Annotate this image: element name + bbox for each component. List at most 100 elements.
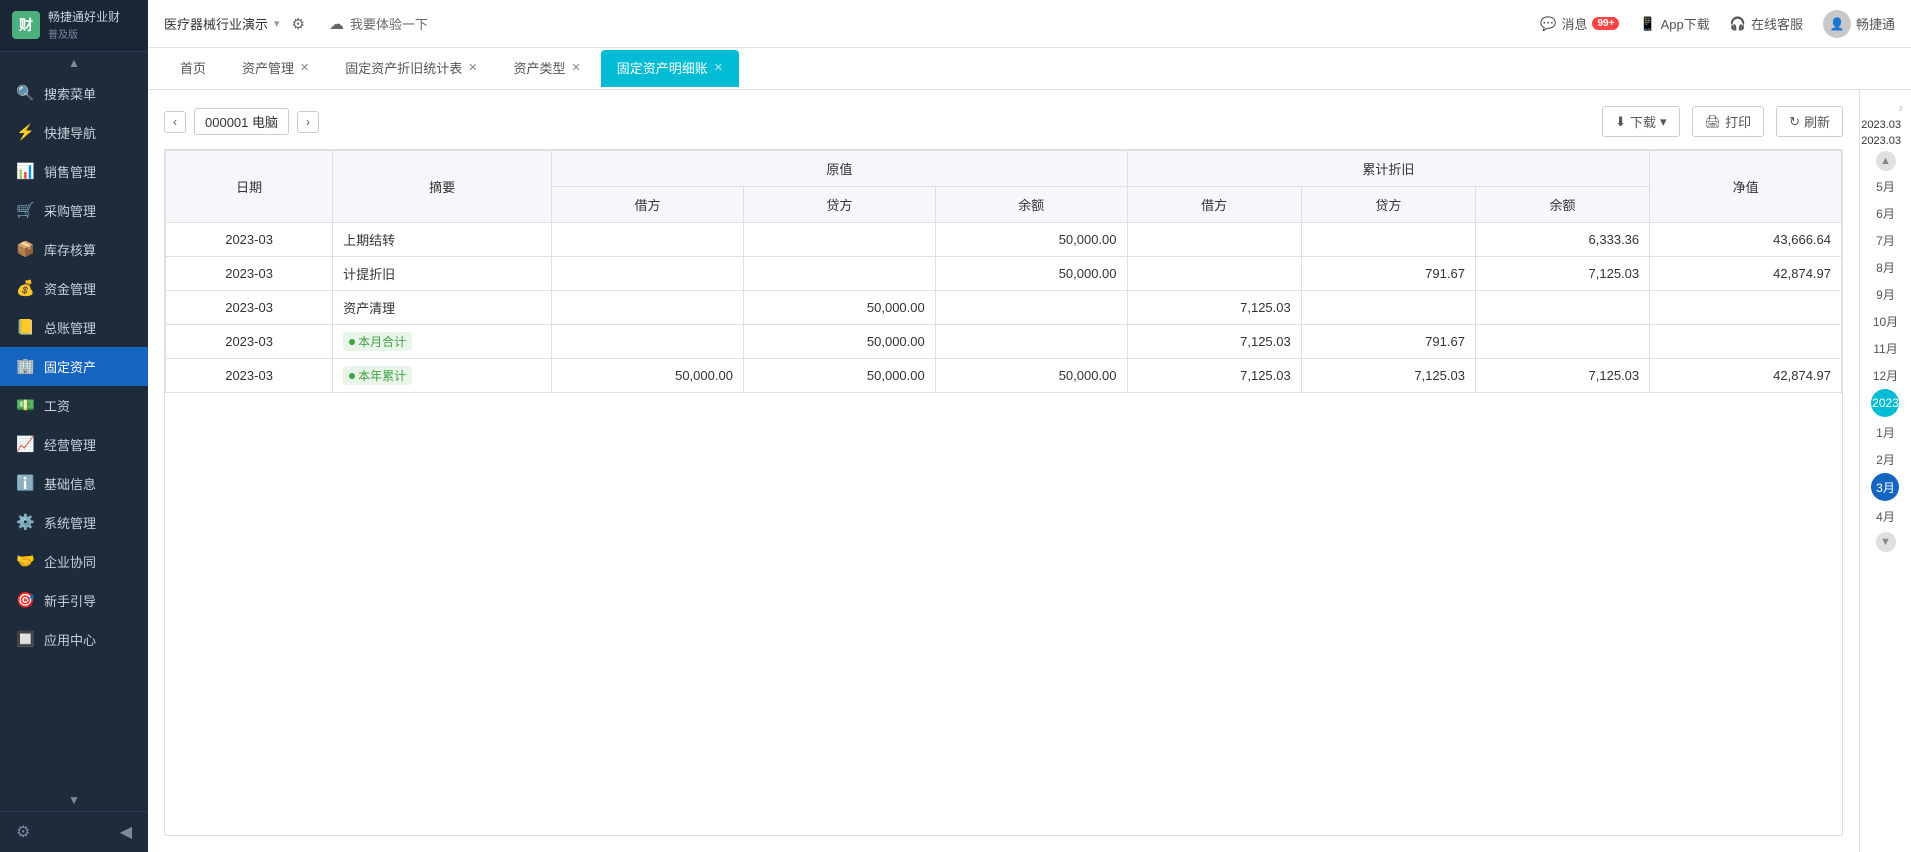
month-item[interactable]: 8月	[1869, 254, 1902, 281]
cell-orig-balance: 50,000.00	[935, 223, 1127, 257]
printer-icon: 🖨	[1705, 114, 1722, 130]
tab-depreciation-table[interactable]: 固定资产折旧统计表 ✕	[329, 50, 493, 87]
user-name: 畅捷通	[1856, 14, 1895, 33]
panel-date-top: 2023.03	[1859, 117, 1907, 133]
month-item[interactable]: 3月	[1871, 473, 1899, 501]
sidebar-item-guide[interactable]: 🎯 新手引导	[0, 581, 148, 620]
support-label: 在线客服	[1751, 14, 1803, 33]
cell-date: 2023-03	[166, 325, 333, 359]
right-date-panel: › 2023.03 2023.03 ▲ 5月6月7月8月9月10月11月12月2…	[1859, 90, 1911, 852]
prev-asset-button[interactable]: ‹	[164, 111, 186, 133]
table-row[interactable]: 2023-03 资产清理 50,000.00 7,125.03	[166, 291, 1842, 325]
sidebar-item-app-center[interactable]: 🔲 应用中心	[0, 620, 148, 659]
month-item[interactable]: 6月	[1869, 200, 1902, 227]
print-button[interactable]: 🖨 打印	[1692, 106, 1765, 137]
sidebar-item-sales[interactable]: 📊 销售管理	[0, 152, 148, 191]
cell-acc-balance	[1475, 291, 1649, 325]
settings-gear-icon[interactable]: ⚙	[292, 15, 305, 33]
tab-asset-type[interactable]: 资产类型 ✕	[497, 50, 596, 87]
cell-net-value: 42,874.97	[1650, 359, 1842, 393]
close-icon[interactable]: ✕	[300, 61, 309, 74]
panel-scroll-down[interactable]: ▼	[1876, 532, 1896, 552]
panel-scroll-up[interactable]: ▲	[1876, 151, 1896, 171]
table-row[interactable]: 2023-03 计提折旧 50,000.00 791.67 7,125.03 4…	[166, 257, 1842, 291]
sidebar-item-basic-info[interactable]: ℹ️ 基础信息	[0, 464, 148, 503]
col-orig-credit: 贷方	[743, 187, 935, 223]
sidebar-nav: 🔍 搜索菜单 ⚡ 快捷导航 📊 销售管理 🛒 采购管理 📦 库存核算 💰 资金管…	[0, 74, 148, 789]
close-icon[interactable]: ✕	[572, 61, 581, 74]
experience-button[interactable]: ☁ 我要体验一下	[329, 14, 428, 33]
month-item[interactable]: 2月	[1869, 446, 1902, 473]
cell-summary: 计提折旧	[333, 257, 552, 291]
month-item[interactable]: 4月	[1869, 503, 1902, 530]
month-item[interactable]: 7月	[1869, 227, 1902, 254]
chevron-down-icon: ▾	[1660, 114, 1667, 130]
sidebar-item-enterprise[interactable]: 🤝 企业协同	[0, 542, 148, 581]
sidebar-item-operation[interactable]: 📈 经营管理	[0, 425, 148, 464]
sidebar-scroll-up[interactable]: ▲	[0, 52, 148, 74]
download-button[interactable]: ⬇ 下载 ▾	[1602, 106, 1679, 137]
sidebar-item-label: 快捷导航	[44, 123, 96, 142]
cell-orig-debit	[552, 325, 744, 359]
month-item[interactable]: 9月	[1869, 281, 1902, 308]
sidebar-scroll-down[interactable]: ▼	[0, 789, 148, 811]
refresh-icon: ↻	[1789, 114, 1800, 130]
table-row[interactable]: 2023-03 本年累计 50,000.00 50,000.00 50,000.…	[166, 359, 1842, 393]
month-item[interactable]: 10月	[1869, 308, 1902, 335]
close-icon[interactable]: ✕	[714, 61, 723, 74]
sidebar-item-search[interactable]: 🔍 搜索菜单	[0, 74, 148, 113]
message-button[interactable]: 💬 消息 99+	[1540, 14, 1619, 33]
sidebar-item-purchase[interactable]: 🛒 采购管理	[0, 191, 148, 230]
month-item[interactable]: 2023	[1871, 389, 1899, 417]
topbar: 医疗器械行业演示 ▾ ⚙ ☁ 我要体验一下 💬 消息 99+ 📱 App下载 🎧…	[148, 0, 1911, 48]
col-summary: 摘要	[333, 151, 552, 223]
month-item[interactable]: 11月	[1869, 335, 1902, 362]
table-row[interactable]: 2023-03 上期结转 50,000.00 6,333.36 43,666.6…	[166, 223, 1842, 257]
tab-asset-type-label: 资产类型	[513, 58, 565, 77]
col-acc-balance: 余额	[1475, 187, 1649, 223]
sidebar-item-payroll[interactable]: 💵 工资	[0, 386, 148, 425]
ledger-table: 日期 摘要 原值 累计折旧 净值 借方 贷方 余额 借方 贷方 余额	[165, 150, 1842, 393]
cell-orig-debit	[552, 257, 744, 291]
tab-home[interactable]: 首页	[164, 50, 222, 87]
sidebar-item-label: 采购管理	[44, 201, 96, 220]
cell-acc-credit	[1301, 223, 1475, 257]
cell-orig-balance: 50,000.00	[935, 359, 1127, 393]
month-item[interactable]: 5月	[1869, 173, 1902, 200]
col-acc-credit: 贷方	[1301, 187, 1475, 223]
download-icon: 📱	[1639, 16, 1655, 32]
chevron-down-icon: ▾	[274, 17, 280, 30]
project-selector[interactable]: 医疗器械行业演示 ▾	[164, 14, 280, 33]
panel-collapse-icon[interactable]: ›	[1899, 100, 1903, 115]
customer-service-button[interactable]: 🎧 在线客服	[1730, 14, 1803, 33]
sidebar-item-system[interactable]: ⚙️ 系统管理	[0, 503, 148, 542]
cell-orig-debit	[552, 291, 744, 325]
sidebar-item-fund[interactable]: 💰 资金管理	[0, 269, 148, 308]
cell-orig-credit: 50,000.00	[743, 291, 935, 325]
user-menu[interactable]: 👤 畅捷通	[1823, 10, 1895, 38]
cart-icon: 🛒	[16, 201, 34, 219]
refresh-button[interactable]: ↻ 刷新	[1776, 106, 1843, 137]
tab-asset-mgmt[interactable]: 资产管理 ✕	[226, 50, 325, 87]
sidebar-item-fixed-assets[interactable]: 🏢 固定资产	[0, 347, 148, 386]
month-item[interactable]: 12月	[1869, 362, 1902, 389]
cell-summary: 资产清理	[333, 291, 552, 325]
sidebar-item-inventory[interactable]: 📦 库存核算	[0, 230, 148, 269]
sidebar-item-quick-nav[interactable]: ⚡ 快捷导航	[0, 113, 148, 152]
sidebar-item-label: 搜索菜单	[44, 84, 96, 103]
next-asset-button[interactable]: ›	[297, 111, 319, 133]
collapse-icon[interactable]: ◀	[120, 822, 132, 842]
handshake-icon: 🤝	[16, 552, 34, 570]
book-icon: 📒	[16, 318, 34, 336]
settings-icon[interactable]: ⚙	[16, 822, 30, 842]
app-download-button[interactable]: 📱 App下载	[1639, 14, 1709, 33]
close-icon[interactable]: ✕	[468, 61, 477, 74]
table-row[interactable]: 2023-03 本月合计 50,000.00 7,125.03 791.67	[166, 325, 1842, 359]
sidebar-item-label: 应用中心	[44, 630, 96, 649]
sidebar-item-ledger[interactable]: 📒 总账管理	[0, 308, 148, 347]
month-item[interactable]: 1月	[1869, 419, 1902, 446]
download-icon: ⬇	[1615, 114, 1626, 130]
sidebar-header: 财 畅捷通好业财 普及版	[0, 0, 148, 52]
sidebar-item-label: 新手引导	[44, 591, 96, 610]
tab-asset-ledger[interactable]: 固定资产明细账 ✕	[601, 50, 739, 87]
